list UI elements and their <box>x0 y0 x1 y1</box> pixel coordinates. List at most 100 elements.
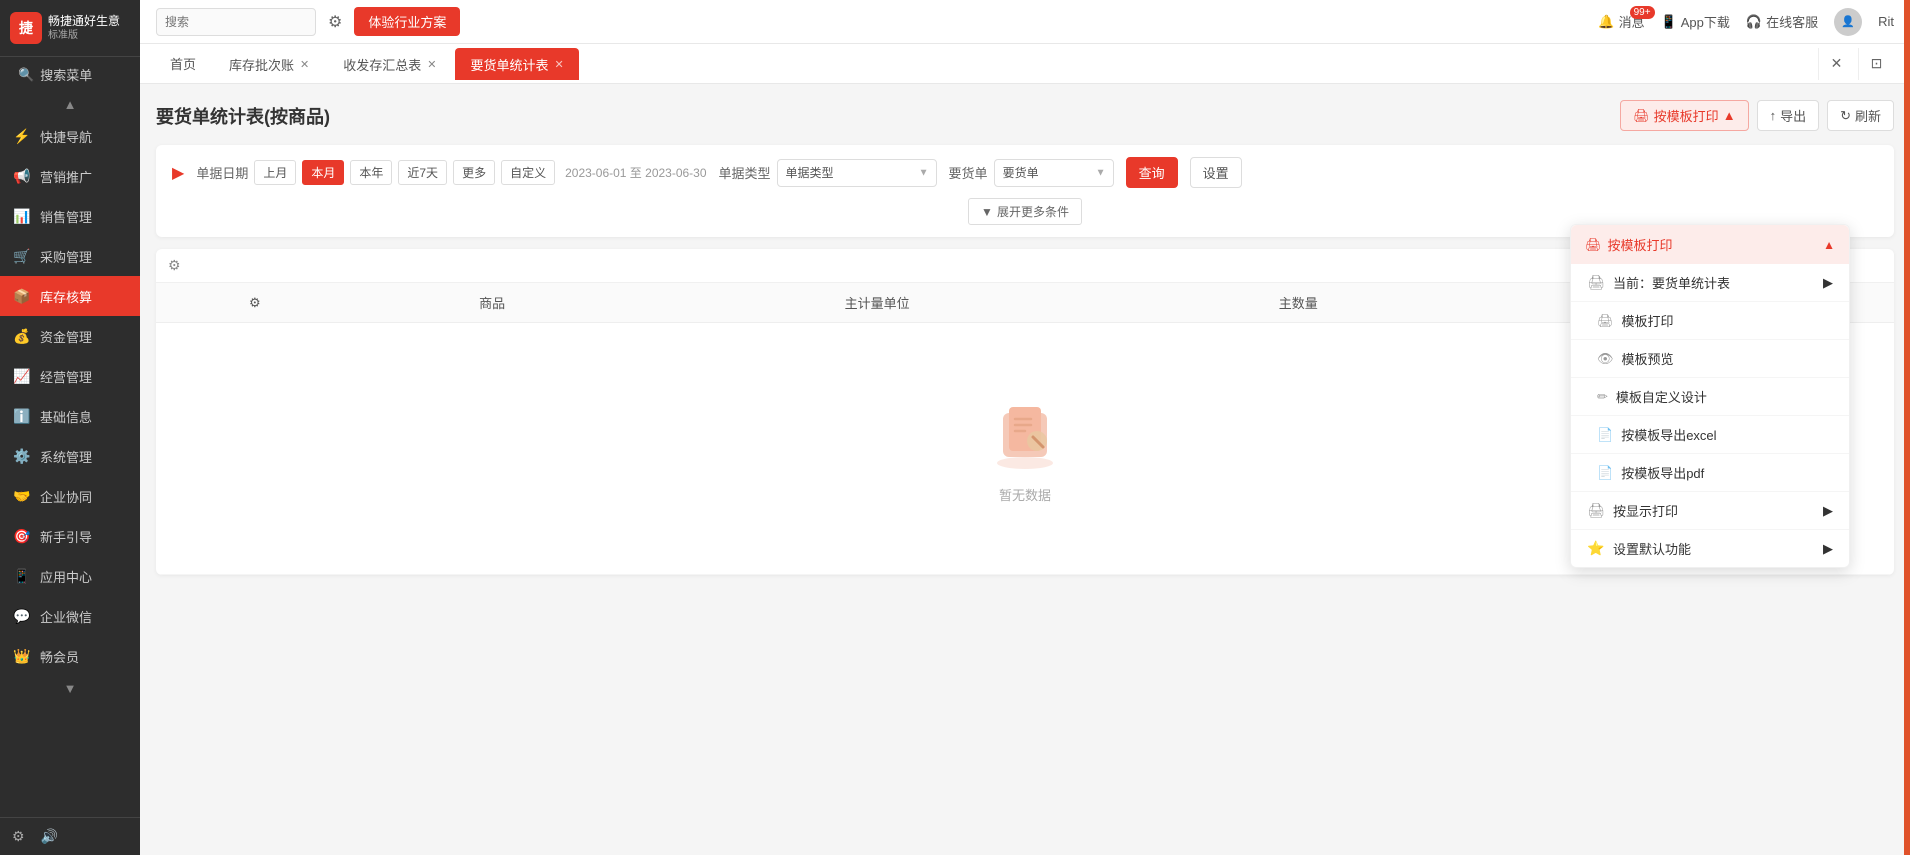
col-unit: 主计量单位 <box>631 283 1124 323</box>
cooperation-icon: 🤝 <box>12 486 32 506</box>
tab-receivables-summary[interactable]: 收发存汇总表 ✕ <box>328 48 451 80</box>
tab-bar: 首页 库存批次账 ✕ 收发存汇总表 ✕ 要货单统计表 ✕ ✕ ⊡ <box>140 44 1910 84</box>
footer-settings-icon[interactable]: ⚙ <box>12 828 25 845</box>
chevron-right-icon-display: ▶ <box>1823 503 1833 519</box>
refresh-icon: ↻ <box>1840 108 1851 124</box>
date-last-month-btn[interactable]: 上月 <box>254 160 296 185</box>
sidebar-item-quick-nav[interactable]: ⚡ 快捷导航 <box>0 116 140 156</box>
tab-close-inventory-batch[interactable]: ✕ <box>300 58 309 71</box>
sidebar-search[interactable]: 🔍 搜索菜单 <box>0 57 140 92</box>
template-design-icon: ✏ <box>1597 389 1608 405</box>
sidebar-item-beginner[interactable]: 🎯 新手引导 <box>0 516 140 556</box>
sidebar-footer: ⚙ 🔊 <box>0 817 140 855</box>
chevron-right-icon-current: ▶ <box>1823 275 1833 291</box>
trial-button[interactable]: 体验行业方案 <box>354 7 460 36</box>
sidebar-item-basic[interactable]: ℹ️ 基础信息 <box>0 396 140 436</box>
sidebar: 捷 畅捷通好生意 标准版 🔍 搜索菜单 ▲ ⚡ 快捷导航 📢 营销推广 📊 销售… <box>0 0 140 855</box>
date-7days-btn[interactable]: 近7天 <box>398 160 447 185</box>
tab-close-receivables-summary[interactable]: ✕ <box>427 58 436 71</box>
app-download-item[interactable]: 📱 App下载 <box>1661 12 1730 31</box>
scroll-down-button[interactable]: ▼ <box>0 676 140 700</box>
dropdown-template-print[interactable]: 🖨 模板打印 <box>1571 302 1849 340</box>
notifications-badge: 99+ <box>1630 6 1655 19</box>
date-more-btn[interactable]: 更多 <box>453 160 495 185</box>
order-category-select[interactable]: 要货单 <box>994 159 1114 187</box>
order-type-select[interactable]: 单据类型 <box>777 159 937 187</box>
search-input[interactable] <box>156 8 316 36</box>
expand-more-button[interactable]: ▼ 展开更多条件 <box>968 198 1082 225</box>
expand-window-button[interactable]: ⊡ <box>1858 48 1894 80</box>
sidebar-item-vip[interactable]: 👑 畅会员 <box>0 636 140 676</box>
tab-order-stats[interactable]: 要货单统计表 ✕ <box>455 48 578 80</box>
table-settings-icon[interactable]: ⚙ <box>168 257 181 274</box>
dropdown-collapse-icon[interactable]: ▲ <box>1823 238 1835 252</box>
marketing-icon: 📢 <box>12 166 32 186</box>
print-template-button[interactable]: 🖨 按模板打印 ▲ <box>1620 100 1748 131</box>
sidebar-logo: 捷 畅捷通好生意 标准版 <box>0 0 140 57</box>
beginner-icon: 🎯 <box>12 526 32 546</box>
topbar-right: 🔔 消息 99+ 📱 App下载 🎧 在线客服 👤 Rit <box>1598 8 1894 36</box>
search-icon: 🔍 <box>18 67 34 83</box>
template-preview-icon: 👁 <box>1597 351 1614 367</box>
tab-home[interactable]: 首页 <box>156 48 210 79</box>
dropdown-template-preview[interactable]: 👁 模板预览 <box>1571 340 1849 378</box>
display-print-icon: 🖨 <box>1587 502 1605 519</box>
chevron-right-icon-default: ▶ <box>1823 541 1833 557</box>
date-this-month-btn[interactable]: 本月 <box>302 160 344 185</box>
close-window-button[interactable]: ✕ <box>1818 48 1854 80</box>
topbar: ⚙ 体验行业方案 🔔 消息 99+ 📱 App下载 🎧 在线客服 👤 Rit <box>140 0 1910 44</box>
date-filter: 单据日期 上月 本月 本年 近7天 更多 自定义 2023-06-01 至 20… <box>196 160 706 185</box>
sidebar-item-wecom[interactable]: 💬 企业微信 <box>0 596 140 636</box>
notifications-item[interactable]: 🔔 消息 99+ <box>1598 12 1644 31</box>
date-this-year-btn[interactable]: 本年 <box>350 160 392 185</box>
dropdown-current-template[interactable]: 🖨 当前：要货单统计表 ▶ <box>1571 264 1849 302</box>
main-content: ⚙ 体验行业方案 🔔 消息 99+ 📱 App下载 🎧 在线客服 👤 Rit 首… <box>140 0 1910 855</box>
settings-button[interactable]: 设置 <box>1190 157 1242 188</box>
sidebar-item-sales[interactable]: 📊 销售管理 <box>0 196 140 236</box>
headset-icon: 🎧 <box>1746 14 1762 30</box>
sidebar-item-system[interactable]: ⚙️ 系统管理 <box>0 436 140 476</box>
online-support-item[interactable]: 🎧 在线客服 <box>1746 12 1818 31</box>
dropdown-template-design[interactable]: ✏ 模板自定义设计 <box>1571 378 1849 416</box>
tab-close-order-stats[interactable]: ✕ <box>555 58 564 71</box>
app-logo-text: 畅捷通好生意 标准版 <box>48 14 120 43</box>
dropdown-display-print[interactable]: 🖨 按显示打印 ▶ <box>1571 492 1849 530</box>
printer-dropdown-icon: 🖨 <box>1585 237 1602 253</box>
scroll-up-button[interactable]: ▲ <box>0 92 140 116</box>
chevron-down-icon: ▼ <box>981 205 993 219</box>
sidebar-item-cooperation[interactable]: 🤝 企业协同 <box>0 476 140 516</box>
export-button[interactable]: ↑ 导出 <box>1757 100 1820 131</box>
dropdown-template-export-excel[interactable]: 📄 按模板导出excel <box>1571 416 1849 454</box>
app-center-icon: 📱 <box>12 566 32 586</box>
filter-expand-icon[interactable]: ▶ <box>172 163 184 183</box>
empty-icon <box>985 393 1065 473</box>
tab-inventory-batch[interactable]: 库存批次账 ✕ <box>214 48 324 80</box>
refresh-button[interactable]: ↻ 刷新 <box>1827 100 1894 131</box>
filter-row-2: ▼ 展开更多条件 <box>172 198 1878 225</box>
sidebar-item-purchase[interactable]: 🛒 采购管理 <box>0 236 140 276</box>
basic-icon: ℹ️ <box>12 406 32 426</box>
sidebar-item-finance[interactable]: 💰 资金管理 <box>0 316 140 356</box>
footer-sound-icon[interactable]: 🔊 <box>41 828 58 845</box>
sidebar-nav: ▲ ⚡ 快捷导航 📢 营销推广 📊 销售管理 🛒 采购管理 📦 库存核算 💰 资… <box>0 92 140 817</box>
date-custom-btn[interactable]: 自定义 <box>501 160 555 185</box>
dropdown-set-default[interactable]: ⭐ 设置默认功能 ▶ <box>1571 530 1849 567</box>
sidebar-item-marketing[interactable]: 📢 营销推广 <box>0 156 140 196</box>
order-category-filter: 要货单 要货单 <box>949 159 1114 187</box>
date-filter-label: 单据日期 <box>196 163 248 182</box>
user-avatar[interactable]: 👤 <box>1834 8 1862 36</box>
sidebar-item-inventory[interactable]: 📦 库存核算 <box>0 276 140 316</box>
dropdown-template-export-pdf[interactable]: 📄 按模板导出pdf <box>1571 454 1849 492</box>
export-pdf-icon: 📄 <box>1597 465 1613 481</box>
query-button[interactable]: 查询 <box>1126 157 1178 188</box>
wecom-icon: 💬 <box>12 606 32 626</box>
printer-icon: 🖨 <box>1633 108 1650 124</box>
print-dropdown: 🖨 按模板打印 ▲ 🖨 当前：要货单统计表 ▶ 🖨 模板打印 👁 模板预览 <box>1570 224 1850 568</box>
topbar-gear-icon[interactable]: ⚙ <box>328 12 342 32</box>
sidebar-item-app-center[interactable]: 📱 应用中心 <box>0 556 140 596</box>
col-settings[interactable]: ⚙ <box>156 283 354 323</box>
app-logo-icon: 捷 <box>10 12 42 44</box>
resize-handle[interactable] <box>1904 0 1910 855</box>
sidebar-item-operation[interactable]: 📈 经营管理 <box>0 356 140 396</box>
download-icon: 📱 <box>1661 14 1677 30</box>
